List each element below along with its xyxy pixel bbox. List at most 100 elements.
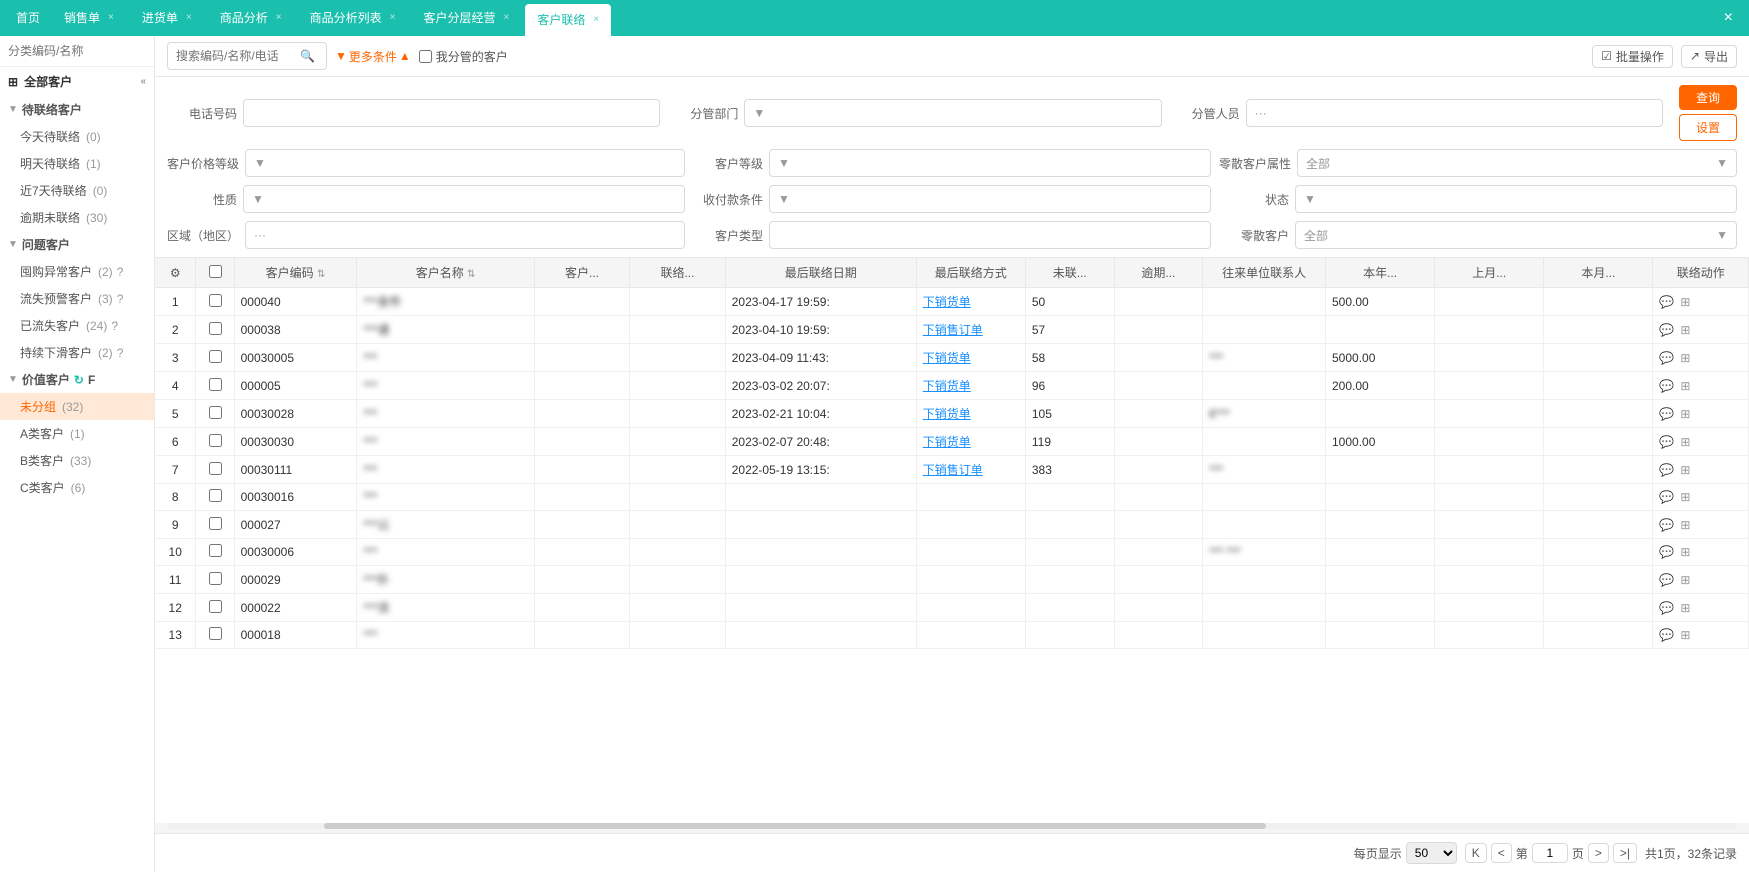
row-last-method-6[interactable]: 下销货单 bbox=[916, 428, 1025, 456]
export-button[interactable]: ↗ 导出 bbox=[1681, 45, 1737, 68]
close-product-analysis-icon[interactable]: × bbox=[276, 0, 282, 36]
person-input[interactable]: ··· bbox=[1246, 99, 1663, 127]
last-method-link-7[interactable]: 下销售订单 bbox=[923, 463, 983, 477]
last-method-link-4[interactable]: 下销货单 bbox=[923, 379, 971, 393]
comment-icon-13[interactable]: 💬 bbox=[1659, 628, 1674, 642]
check-all-checkbox[interactable] bbox=[209, 265, 222, 278]
price-level-select[interactable]: ▼ bbox=[245, 149, 685, 177]
row-check-4[interactable] bbox=[196, 372, 234, 400]
row-check-3[interactable] bbox=[196, 344, 234, 372]
first-page-button[interactable]: K bbox=[1465, 843, 1487, 863]
close-sales-order-icon[interactable]: × bbox=[108, 0, 114, 36]
sidebar-item-overdue-contact[interactable]: 逾期未联络 (30) bbox=[0, 204, 154, 231]
horizontal-scrollbar[interactable] bbox=[167, 823, 1737, 829]
last-method-link-5[interactable]: 下销货单 bbox=[923, 407, 971, 421]
home-tab[interactable]: 首页 bbox=[8, 0, 48, 36]
tab-purchase-order[interactable]: 进货单 × bbox=[130, 0, 204, 36]
close-customer-seg-icon[interactable]: × bbox=[503, 0, 509, 36]
comment-icon-10[interactable]: 💬 bbox=[1659, 545, 1674, 559]
tab-customer-contact[interactable]: 客户联络 × bbox=[525, 4, 611, 36]
grid-action-icon-9[interactable]: ⊞ bbox=[1680, 518, 1690, 532]
row-last-method-3[interactable]: 下销货单 bbox=[916, 344, 1025, 372]
scattered-attr-select[interactable]: 全部 ▼ bbox=[1297, 149, 1737, 177]
last-method-link-1[interactable]: 下销货单 bbox=[923, 295, 971, 309]
sidebar-item-class-a[interactable]: A类客户 (1) bbox=[0, 420, 154, 447]
tab-customer-segmentation[interactable]: 客户分层经营 × bbox=[411, 0, 521, 36]
last-method-column-header[interactable]: 最后联络方式 bbox=[916, 258, 1025, 288]
comment-icon-6[interactable]: 💬 bbox=[1659, 435, 1674, 449]
tab-sales-order[interactable]: 销售单 × bbox=[52, 0, 126, 36]
check-all-column[interactable] bbox=[196, 258, 234, 288]
sidebar-item-churned[interactable]: 已流失客户 (24) ? bbox=[0, 312, 154, 339]
sidebar-search-input[interactable] bbox=[8, 44, 155, 58]
not-contact-column-header[interactable]: 未联... bbox=[1025, 258, 1114, 288]
comment-icon-7[interactable]: 💬 bbox=[1659, 463, 1674, 477]
grid-action-icon-2[interactable]: ⊞ bbox=[1680, 323, 1690, 337]
row-last-method-4[interactable]: 下销货单 bbox=[916, 372, 1025, 400]
grid-action-icon-11[interactable]: ⊞ bbox=[1680, 573, 1690, 587]
main-search-icon[interactable]: 🔍 bbox=[300, 49, 315, 63]
row-check-5[interactable] bbox=[196, 400, 234, 428]
comment-icon-2[interactable]: 💬 bbox=[1659, 323, 1674, 337]
sidebar-item-churn-warning[interactable]: 流失预警客户 (3) ? bbox=[0, 285, 154, 312]
row-check-11[interactable] bbox=[196, 566, 234, 594]
grid-action-icon-12[interactable]: ⊞ bbox=[1680, 601, 1690, 615]
settings-column-header[interactable]: ⚙ bbox=[155, 258, 196, 288]
main-search-input[interactable] bbox=[176, 49, 296, 63]
close-window-button[interactable]: × bbox=[1716, 9, 1741, 27]
row-check-7[interactable] bbox=[196, 456, 234, 484]
row-check-13[interactable] bbox=[196, 622, 234, 649]
grid-action-icon-3[interactable]: ⊞ bbox=[1680, 351, 1690, 365]
grid-action-icon-13[interactable]: ⊞ bbox=[1680, 628, 1690, 642]
phone-input[interactable] bbox=[243, 99, 660, 127]
grid-action-icon-5[interactable]: ⊞ bbox=[1680, 407, 1690, 421]
next-page-button[interactable]: > bbox=[1588, 843, 1609, 863]
region-input[interactable]: ··· bbox=[245, 221, 685, 249]
customer-level-select[interactable]: ▼ bbox=[769, 149, 1211, 177]
close-purchase-order-icon[interactable]: × bbox=[186, 0, 192, 36]
comment-icon-9[interactable]: 💬 bbox=[1659, 518, 1674, 532]
grid-action-icon-8[interactable]: ⊞ bbox=[1680, 490, 1690, 504]
scrollbar-thumb[interactable] bbox=[324, 823, 1266, 829]
comment-icon-11[interactable]: 💬 bbox=[1659, 573, 1674, 587]
tab-product-analysis[interactable]: 商品分析 × bbox=[208, 0, 294, 36]
prev-page-button[interactable]: < bbox=[1491, 843, 1512, 863]
grid-action-icon-7[interactable]: ⊞ bbox=[1680, 463, 1690, 477]
code-column-header[interactable]: 客户编码 ⇅ bbox=[234, 258, 357, 288]
collapse-sidebar-icon[interactable]: « bbox=[140, 76, 146, 87]
sidebar-item-class-c[interactable]: C类客户 (6) bbox=[0, 474, 154, 501]
status-select[interactable]: ▼ bbox=[1295, 185, 1737, 213]
sidebar-item-today-pending[interactable]: 今天待联络 (0) bbox=[0, 123, 154, 150]
comment-icon-4[interactable]: 💬 bbox=[1659, 379, 1674, 393]
last-method-link-3[interactable]: 下销货单 bbox=[923, 351, 971, 365]
row-check-12[interactable] bbox=[196, 594, 234, 622]
sidebar-item-tomorrow-pending[interactable]: 明天待联络 (1) bbox=[0, 150, 154, 177]
comment-icon-8[interactable]: 💬 bbox=[1659, 490, 1674, 504]
page-number-input[interactable] bbox=[1532, 843, 1568, 863]
row-check-2[interactable] bbox=[196, 316, 234, 344]
my-customers-checkbox[interactable] bbox=[419, 50, 432, 63]
sidebar-value-customers-header[interactable]: ▼ 价值客户 ↻ F bbox=[0, 366, 154, 393]
sidebar-item-hoarding-anomaly[interactable]: 囤购异常客户 (2) ? bbox=[0, 258, 154, 285]
row-check-10[interactable] bbox=[196, 539, 234, 566]
tab-product-analysis-list[interactable]: 商品分析列表 × bbox=[298, 0, 408, 36]
more-conditions-button[interactable]: ▼ 更多条件 ▲ bbox=[335, 48, 411, 65]
last-method-link-2[interactable]: 下销售订单 bbox=[923, 323, 983, 337]
last-method-link-6[interactable]: 下销货单 bbox=[923, 435, 971, 449]
grid-action-icon-6[interactable]: ⊞ bbox=[1680, 435, 1690, 449]
my-customers-checkbox-area[interactable]: 我分管的客户 bbox=[419, 48, 508, 65]
payment-select[interactable]: ▼ bbox=[769, 185, 1211, 213]
last-date-column-header[interactable]: 最后联络日期 bbox=[725, 258, 916, 288]
row-check-6[interactable] bbox=[196, 428, 234, 456]
sidebar-problem-customers-header[interactable]: ▼ 问题客户 bbox=[0, 231, 154, 258]
close-product-analysis-list-icon[interactable]: × bbox=[390, 0, 396, 36]
refresh-icon[interactable]: ↻ bbox=[74, 373, 84, 387]
sidebar-pending-contact-header[interactable]: ▼ 待联络客户 bbox=[0, 96, 154, 123]
sidebar-item-ungrouped[interactable]: 未分组 (32) bbox=[0, 393, 154, 420]
row-last-method-1[interactable]: 下销货单 bbox=[916, 288, 1025, 316]
comment-icon-3[interactable]: 💬 bbox=[1659, 351, 1674, 365]
sidebar-item-7days-pending[interactable]: 近7天待联络 (0) bbox=[0, 177, 154, 204]
comment-icon-5[interactable]: 💬 bbox=[1659, 407, 1674, 421]
department-select[interactable]: ▼ bbox=[744, 99, 1161, 127]
comment-icon-1[interactable]: 💬 bbox=[1659, 295, 1674, 309]
